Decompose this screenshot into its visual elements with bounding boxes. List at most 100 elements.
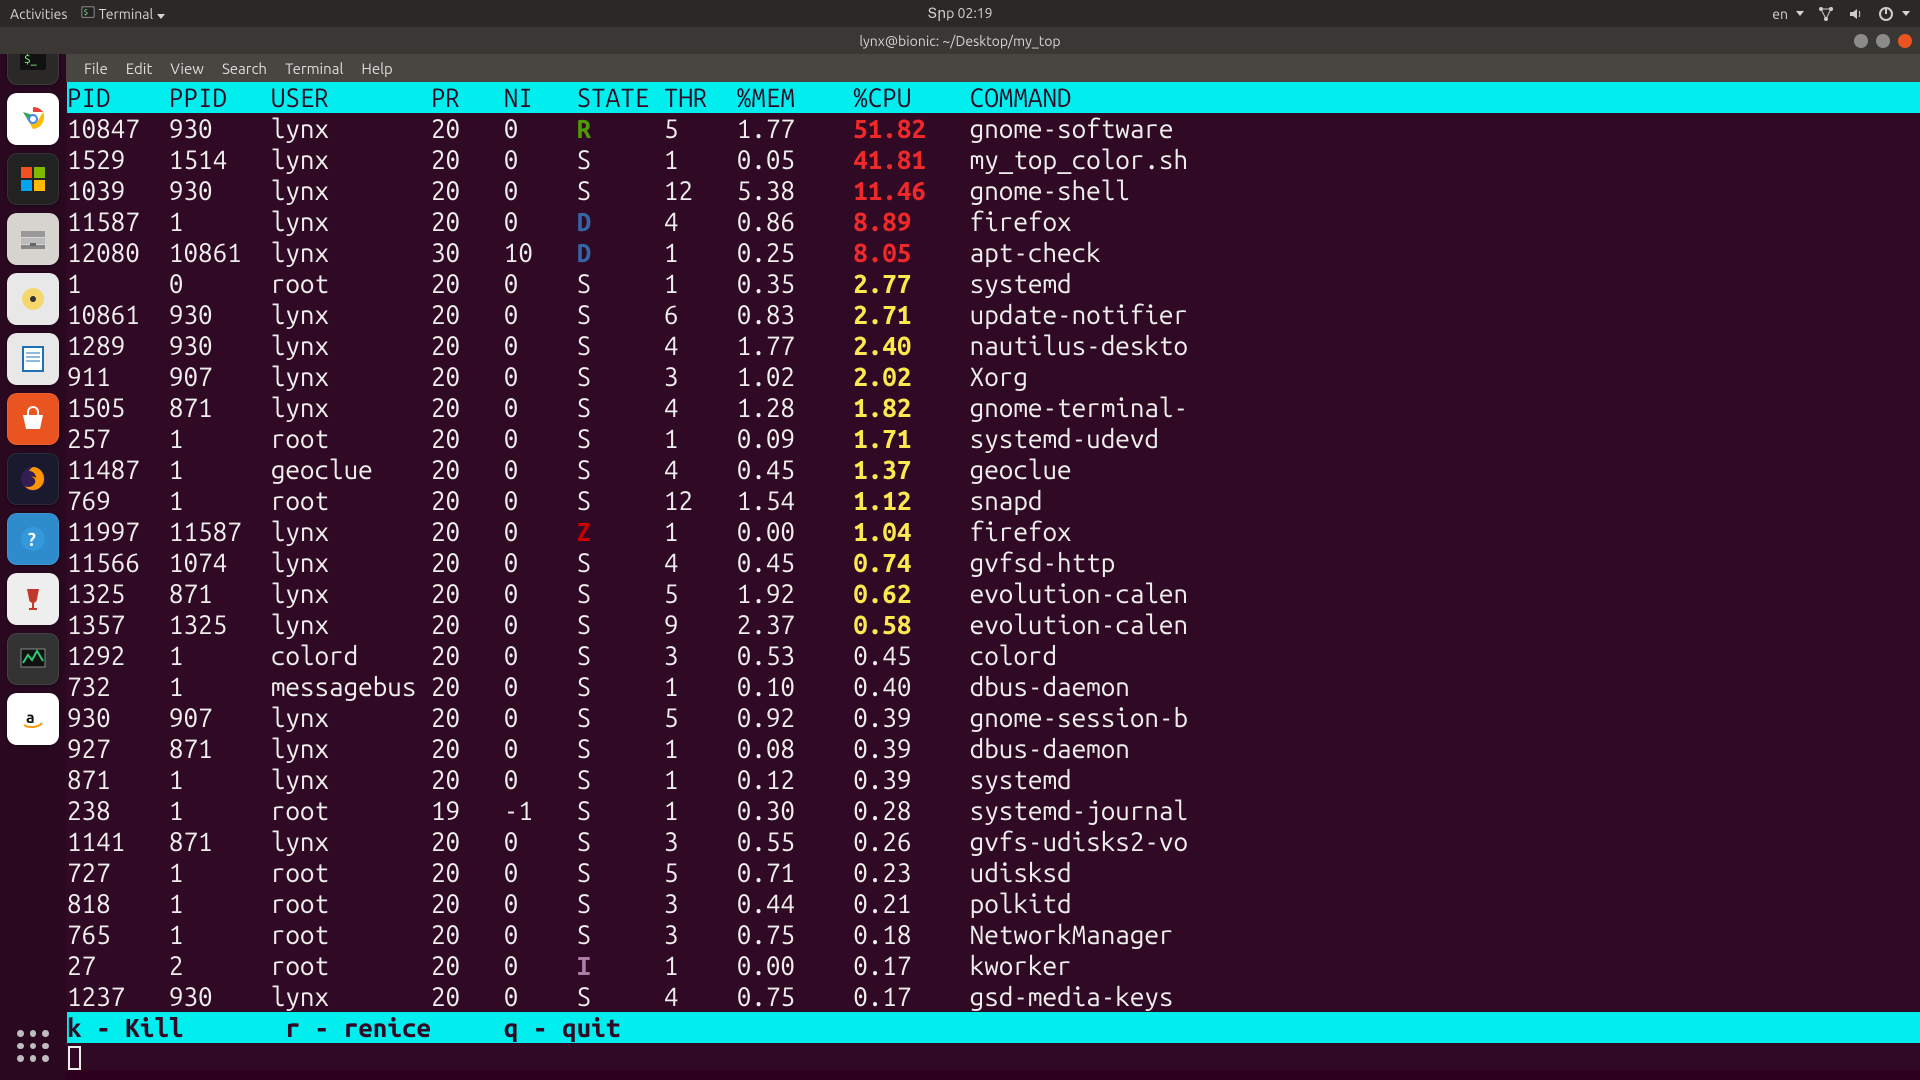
cell-mem: 0.00 (737, 950, 853, 981)
cell-ppid: 0 (169, 268, 271, 299)
process-row: 930907lynx200S50.920.39gnome-session-b (67, 702, 1920, 733)
cell-user: lynx (271, 516, 431, 547)
cell-thr: 3 (664, 888, 737, 919)
cell-ppid: 1 (169, 423, 271, 454)
cell-ppid: 907 (169, 361, 271, 392)
cell-ppid: 930 (169, 175, 271, 206)
cell-user: lynx (271, 981, 431, 1012)
cell-ni: 10 (504, 237, 577, 268)
cell-user: lynx (271, 764, 431, 795)
cell-cmd: gnome-software (970, 113, 1232, 144)
network-icon[interactable] (1818, 6, 1834, 22)
process-row: 1208010861lynx3010D10.258.05apt-check (67, 237, 1920, 268)
cell-thr: 4 (664, 330, 737, 361)
cell-mem: 1.77 (737, 113, 853, 144)
cell-cpu: 0.39 (853, 733, 969, 764)
cell-pid: 10861 (67, 299, 169, 330)
cell-cmd: dbus-daemon (970, 733, 1232, 764)
cell-mem: 0.55 (737, 826, 853, 857)
cell-user: root (271, 485, 431, 516)
cell-user: lynx (271, 702, 431, 733)
cell-pr: 20 (431, 702, 504, 733)
volume-icon[interactable] (1848, 6, 1864, 22)
cell-cmd: dbus-daemon (970, 671, 1232, 702)
cell-thr: 4 (664, 392, 737, 423)
cell-cpu: 0.28 (853, 795, 969, 826)
cell-cmd: gsd-media-keys (970, 981, 1232, 1012)
terminal-body[interactable]: PID PPID USER PR NI STATE THR %MEM %CPU … (66, 82, 1920, 1070)
menu-help[interactable]: Help (353, 56, 400, 81)
cell-pid: 769 (67, 485, 169, 516)
app-menu[interactable]: $ Terminal (81, 5, 165, 22)
close-button[interactable] (1898, 34, 1912, 48)
cell-ni: 0 (504, 330, 577, 361)
cell-mem: 0.10 (737, 671, 853, 702)
menu-edit[interactable]: Edit (118, 56, 161, 81)
cell-ppid: 871 (169, 392, 271, 423)
power-icon[interactable] (1878, 6, 1910, 22)
cell-state: R (577, 113, 664, 144)
process-row: 1505871lynx200S41.281.82gnome-terminal- (67, 392, 1920, 423)
cell-mem: 0.09 (737, 423, 853, 454)
process-row: 114871geoclue200S40.451.37geoclue (67, 454, 1920, 485)
cell-pr: 20 (431, 330, 504, 361)
cell-pid: 12080 (67, 237, 169, 268)
window-titlebar[interactable]: lynx@bionic: ~/Desktop/my_top (0, 27, 1920, 54)
cell-ni: 0 (504, 206, 577, 237)
cell-ni: 0 (504, 733, 577, 764)
cell-ni: 0 (504, 454, 577, 485)
menu-view[interactable]: View (162, 56, 212, 81)
cell-ni: 0 (504, 826, 577, 857)
cell-state: S (577, 609, 664, 640)
cell-mem: 0.25 (737, 237, 853, 268)
cell-cpu: 0.45 (853, 640, 969, 671)
cell-ni: 0 (504, 485, 577, 516)
cell-pid: 11487 (67, 454, 169, 485)
cell-pr: 20 (431, 299, 504, 330)
cell-mem: 1.02 (737, 361, 853, 392)
cell-pid: 11997 (67, 516, 169, 547)
cell-state: S (577, 423, 664, 454)
cell-cpu: 0.17 (853, 950, 969, 981)
cell-pr: 20 (431, 578, 504, 609)
menu-terminal[interactable]: Terminal (277, 56, 351, 81)
cell-ni: 0 (504, 702, 577, 733)
cell-ni: 0 (504, 144, 577, 175)
cell-pr: 20 (431, 950, 504, 981)
cell-thr: 1 (664, 733, 737, 764)
cell-pr: 20 (431, 857, 504, 888)
cell-user: lynx (271, 392, 431, 423)
process-row: 10847930lynx200R51.7751.82gnome-software (67, 113, 1920, 144)
header-row: PID PPID USER PR NI STATE THR %MEM %CPU … (67, 82, 1920, 113)
cell-state: S (577, 671, 664, 702)
process-row: 15291514lynx200S10.0541.81my_top_color.s… (67, 144, 1920, 175)
minimize-button[interactable] (1854, 34, 1868, 48)
cell-pr: 20 (431, 888, 504, 919)
cell-cmd: gnome-session-b (970, 702, 1232, 733)
cell-mem: 0.30 (737, 795, 853, 826)
cell-thr: 1 (664, 671, 737, 702)
cell-thr: 1 (664, 764, 737, 795)
cell-cpu: 0.58 (853, 609, 969, 640)
input-lang[interactable]: en (1772, 6, 1804, 22)
cell-mem: 0.05 (737, 144, 853, 175)
process-row: 1325871lynx200S51.920.62evolution-calen (67, 578, 1920, 609)
cell-thr: 4 (664, 454, 737, 485)
cell-cpu: 0.40 (853, 671, 969, 702)
cell-ppid: 907 (169, 702, 271, 733)
maximize-button[interactable] (1876, 34, 1890, 48)
cell-cpu: 0.26 (853, 826, 969, 857)
clock[interactable]: Տրр 02:19 (927, 5, 992, 22)
cell-thr: 12 (664, 175, 737, 206)
process-row: 7651root200S30.750.18NetworkManager (67, 919, 1920, 950)
process-row: 927871lynx200S10.080.39dbus-daemon (67, 733, 1920, 764)
hdr-thr: THR (664, 82, 737, 113)
cell-cmd: kworker (970, 950, 1232, 981)
cell-ppid: 1 (169, 640, 271, 671)
cell-ppid: 1514 (169, 144, 271, 175)
cell-ni: 0 (504, 857, 577, 888)
menu-search[interactable]: Search (214, 56, 275, 81)
menu-file[interactable]: File (76, 56, 116, 81)
activities-button[interactable]: Activities (10, 6, 67, 22)
cell-state: S (577, 640, 664, 671)
